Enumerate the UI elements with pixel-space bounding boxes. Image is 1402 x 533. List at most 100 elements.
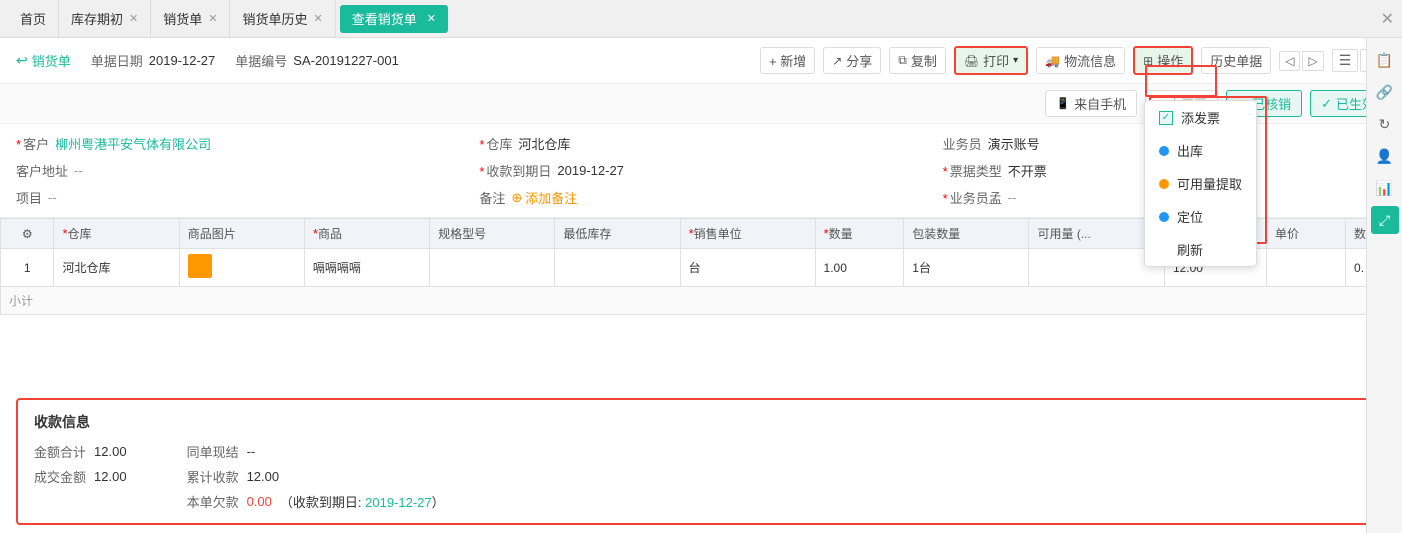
payment-date-field: 收款到期日 2019-12-27 xyxy=(479,161,922,180)
operations-label: 操作 xyxy=(1157,51,1183,70)
dropdown-locate-label: 定位 xyxy=(1177,207,1203,226)
history-label: 历史单据 xyxy=(1210,51,1262,70)
dropdown-locate[interactable]: 定位 xyxy=(1145,200,1256,233)
sidebar-icon-clipboard[interactable]: 📋 xyxy=(1371,46,1399,74)
history-button[interactable]: 历史单据 xyxy=(1201,47,1271,74)
col-spec: 规格型号 xyxy=(430,219,555,249)
radio-available-qty[interactable] xyxy=(1159,179,1169,189)
sidebar-icon-chart[interactable]: 📊 xyxy=(1371,174,1399,202)
cumulative-payment-row: 累计收款 12.00 xyxy=(187,467,445,486)
nav-next[interactable]: ▷ xyxy=(1302,51,1323,71)
nav-prev[interactable]: ◁ xyxy=(1279,51,1300,71)
sidebar-icon-refresh[interactable]: ↻ xyxy=(1371,110,1399,138)
confirm-label: 已核销 xyxy=(1252,94,1291,113)
copy-button[interactable]: ⧉ 复制 xyxy=(889,47,946,74)
doc-number-value: SA-20191227-001 xyxy=(293,53,399,68)
subtotal-label: 小计 xyxy=(1,287,1402,315)
staff-value: -- xyxy=(1008,190,1017,205)
ticket-type-value: 不开票 xyxy=(1008,161,1047,180)
payment-due-info: （收款到期日: 2019-12-27） xyxy=(280,492,445,511)
checkbox-add-invoice[interactable]: ✓ xyxy=(1159,111,1173,125)
doc-header: ↩ 销货单 单据日期 2019-12-27 单据编号 SA-20191227-0… xyxy=(0,38,1402,84)
share-button[interactable]: ↗ 分享 xyxy=(823,47,881,74)
doc-actions: + 新增 ↗ 分享 ⧉ 复制 🖨 打印 ▾ 🚚 物流信息 ⊞ 操作 xyxy=(760,46,1386,75)
print-button[interactable]: 🖨 打印 ▾ xyxy=(954,46,1028,75)
operations-button[interactable]: ⊞ 操作 xyxy=(1133,46,1193,75)
salesperson-value: 演示账号 xyxy=(988,134,1040,153)
tab-sales-order-label: 销货单 xyxy=(163,9,202,28)
current-balance-value: 0.00 xyxy=(247,494,272,509)
print-label: 打印 xyxy=(983,51,1009,70)
cumulative-payment-label: 累计收款 xyxy=(187,467,239,486)
tab-inventory-close[interactable]: ✕ xyxy=(129,12,138,25)
col-image: 商品图片 xyxy=(179,219,304,249)
payment-info-panel: 收款信息 金额合计 12.00 成交金额 12.00 同单现结 -- 累计收款 xyxy=(16,398,1386,525)
row-unit-price xyxy=(1267,249,1346,287)
payment-info-title: 收款信息 xyxy=(34,412,1368,432)
dropdown-add-invoice-label: 添发票 xyxy=(1181,108,1220,127)
payment-col-2: 同单现结 -- 累计收款 12.00 本单欠款 0.00 （收款到期日: 201… xyxy=(187,442,445,511)
cumulative-payment-value: 12.00 xyxy=(247,469,280,484)
payment-col-1: 金额合计 12.00 成交金额 12.00 xyxy=(34,442,127,511)
add-note-button[interactable]: ⊕ 添加备注 xyxy=(511,188,577,207)
tab-view-sales[interactable]: 查看销货单 ✕ xyxy=(340,5,448,33)
radio-outbound[interactable] xyxy=(1159,146,1169,156)
dropdown-available-qty-label: 可用量提取 xyxy=(1177,174,1242,193)
logistics-button[interactable]: 🚚 物流信息 xyxy=(1036,47,1125,74)
tab-sales-history-label: 销货单历史 xyxy=(242,9,307,28)
total-amount-label: 金额合计 xyxy=(34,442,86,461)
transaction-amount-value: 12.00 xyxy=(94,469,127,484)
customer-field: 客户 柳州粤港平安气体有限公司 xyxy=(16,134,459,153)
row-image xyxy=(179,249,304,287)
note-field: 备注 ⊕ 添加备注 xyxy=(479,188,922,207)
from-phone-button[interactable]: 📱 来自手机 xyxy=(1045,90,1137,117)
address-field: 客户地址 -- xyxy=(16,161,459,180)
transaction-amount-row: 成交金额 12.00 xyxy=(34,467,127,486)
sidebar-icon-user[interactable]: 👤 xyxy=(1371,142,1399,170)
payment-due-date: 2019-12-27 xyxy=(365,495,432,510)
from-phone-label: 来自手机 xyxy=(1074,94,1126,113)
col-gear[interactable]: ⚙ xyxy=(1,219,54,249)
dropdown-available-qty[interactable]: 可用量提取 xyxy=(1145,167,1256,200)
doc-date-label: 单据日期 xyxy=(91,51,143,70)
tab-inventory-label: 库存期初 xyxy=(71,9,123,28)
tab-view-sales-close[interactable]: ✕ xyxy=(427,12,436,25)
project-field: 项目 -- xyxy=(16,188,459,207)
sidebar-icon-link[interactable]: 🔗 xyxy=(1371,78,1399,106)
payment-info-grid: 金额合计 12.00 成交金额 12.00 同单现结 -- 累计收款 12.00 xyxy=(34,442,1368,511)
dropdown-add-invoice[interactable]: ✓ 添发票 xyxy=(1145,101,1256,134)
payment-date-value: 2019-12-27 xyxy=(557,163,624,178)
note-label: 备注 xyxy=(479,188,505,207)
doc-type-title: ↩ 销货单 xyxy=(16,51,71,70)
total-amount-value: 12.00 xyxy=(94,444,127,459)
row-product: 嗝嗝嗝嗝 xyxy=(304,249,429,287)
tab-bar-close[interactable]: ✕ xyxy=(1381,9,1394,29)
view-list[interactable]: ☰ xyxy=(1332,49,1359,72)
radio-locate[interactable] xyxy=(1159,212,1169,222)
project-label: 项目 xyxy=(16,188,42,207)
dropdown-refresh-label: 刷新 xyxy=(1177,240,1203,259)
current-balance-label: 本单欠款 xyxy=(187,492,239,511)
product-image xyxy=(188,254,212,278)
tab-inventory-init[interactable]: 库存期初 ✕ xyxy=(59,0,151,38)
doc-number-label: 单据编号 xyxy=(235,51,287,70)
add-note-label: 添加备注 xyxy=(525,188,577,207)
doc-date-field: 单据日期 2019-12-27 xyxy=(91,51,216,70)
new-button[interactable]: + 新增 xyxy=(760,47,815,74)
tab-bar: 首页 库存期初 ✕ 销货单 ✕ 销货单历史 ✕ 查看销货单 ✕ ✕ xyxy=(0,0,1402,38)
payment-date-label: 收款到期日 xyxy=(479,161,551,180)
customer-value[interactable]: 柳州粤港平安气体有限公司 xyxy=(55,134,211,153)
same-order-value: -- xyxy=(247,444,256,459)
tab-home[interactable]: 首页 xyxy=(8,0,59,38)
tab-sales-history[interactable]: 销货单历史 ✕ xyxy=(230,0,335,38)
new-label: + 新增 xyxy=(769,51,806,70)
sidebar-icon-expand[interactable]: ⤢ xyxy=(1371,206,1399,234)
tab-sales-history-close[interactable]: ✕ xyxy=(314,12,323,25)
dropdown-outbound[interactable]: 出库 xyxy=(1145,134,1256,167)
dropdown-refresh[interactable]: 刷新 xyxy=(1145,233,1256,266)
tab-view-sales-label: 查看销货单 xyxy=(352,9,417,28)
tab-sales-order[interactable]: 销货单 ✕ xyxy=(151,0,230,38)
row-package-qty: 1台 xyxy=(904,249,1029,287)
tab-sales-order-close[interactable]: ✕ xyxy=(208,12,217,25)
share-label: 分享 xyxy=(846,51,872,70)
